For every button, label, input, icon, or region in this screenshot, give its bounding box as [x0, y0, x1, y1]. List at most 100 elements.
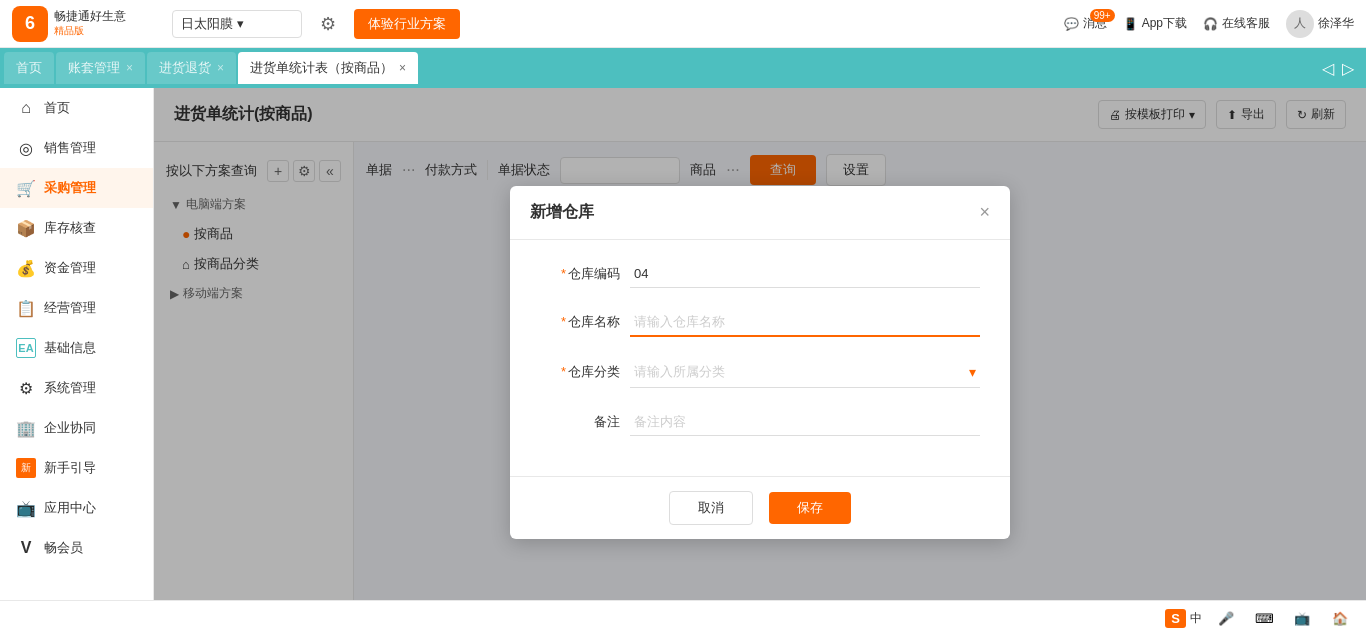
sidebar-item-enterprise[interactable]: 🏢 企业协同: [0, 408, 153, 448]
tab-home[interactable]: 首页: [4, 52, 54, 84]
category-arrow-icon: ▾: [969, 364, 976, 380]
user-profile[interactable]: 人 徐泽华: [1286, 10, 1354, 38]
add-warehouse-modal: 新增仓库 × *仓库编码 *仓库名称: [510, 186, 1010, 539]
settings-icon[interactable]: ⚙: [312, 8, 344, 40]
tab-next-icon[interactable]: ▷: [1342, 59, 1354, 78]
category-placeholder: 请输入所属分类: [634, 363, 725, 381]
modal-title: 新增仓库: [530, 202, 594, 223]
logo-area: 6 畅捷通好生意 精品版: [12, 6, 162, 42]
online-service-button[interactable]: 🎧 在线客服: [1203, 15, 1270, 32]
sidebar-label-guide: 新手引导: [44, 459, 96, 477]
sidebar-label-basic: 基础信息: [44, 339, 96, 357]
store-selector[interactable]: 日太阳膜 ▾: [172, 10, 302, 38]
sidebar-label-system: 系统管理: [44, 379, 96, 397]
tab-bar: 首页 账套管理 × 进货退货 × 进货单统计表（按商品） × ◁ ▷: [0, 48, 1366, 88]
modal-overlay: 新增仓库 × *仓库编码 *仓库名称: [154, 88, 1366, 636]
sidebar-label-inventory: 库存核查: [44, 219, 96, 237]
code-label: *仓库编码: [540, 265, 620, 283]
tab-purchase-return[interactable]: 进货退货 ×: [147, 52, 236, 84]
bottom-bar: S 中 🎤 ⌨ 📺 🏠: [0, 600, 1366, 636]
modal-body: *仓库编码 *仓库名称 *仓库分类: [510, 240, 1010, 476]
cancel-button[interactable]: 取消: [669, 491, 753, 525]
logo-name: 畅捷通好生意: [54, 9, 126, 25]
app-download-button[interactable]: 📱 App下载: [1123, 15, 1187, 32]
top-header: 6 畅捷通好生意 精品版 日太阳膜 ▾ ⚙ 体验行业方案 💬 消息 99+ 📱 …: [0, 0, 1366, 48]
headset-icon: 🎧: [1203, 17, 1218, 31]
operation-icon: 📋: [16, 298, 36, 318]
form-row-code: *仓库编码: [540, 260, 980, 288]
sidebar-item-appcenter[interactable]: 📺 应用中心: [0, 488, 153, 528]
sidebar-item-sales[interactable]: ◎ 销售管理: [0, 128, 153, 168]
content-area: 进货单统计(按商品) 🖨 按模板打印 ▾ ⬆ 导出 ↻ 刷新: [154, 88, 1366, 636]
user-name: 徐泽华: [1318, 15, 1354, 32]
code-input[interactable]: [630, 260, 980, 288]
home-icon: ⌂: [16, 98, 36, 118]
appcenter-icon: 📺: [16, 498, 36, 518]
store-name: 日太阳膜: [181, 15, 233, 33]
sidebar-item-guide[interactable]: 新 新手引导: [0, 448, 153, 488]
finance-icon: 💰: [16, 258, 36, 278]
name-label: *仓库名称: [540, 313, 620, 331]
sidebar-item-finance[interactable]: 💰 资金管理: [0, 248, 153, 288]
category-select[interactable]: 请输入所属分类 ▾: [630, 357, 980, 388]
sidebar-label-sales: 销售管理: [44, 139, 96, 157]
save-button[interactable]: 保存: [769, 492, 851, 524]
sidebar-label-finance: 资金管理: [44, 259, 96, 277]
message-badge: 99+: [1090, 9, 1115, 22]
keyboard-icon[interactable]: ⌨: [1250, 605, 1278, 633]
tab-prev-icon[interactable]: ◁: [1322, 59, 1334, 78]
tab-close-account[interactable]: ×: [126, 61, 133, 75]
sidebar-item-purchase[interactable]: 🛒 采购管理: [0, 168, 153, 208]
sidebar: ⌂ 首页 ◎ 销售管理 🛒 采购管理 📦 库存核查 💰 资金管理 📋 经营管理 …: [0, 88, 154, 636]
sidebar-item-basic[interactable]: EA 基础信息: [0, 328, 153, 368]
tab-close-stat[interactable]: ×: [399, 61, 406, 75]
system-icon: ⚙: [16, 378, 36, 398]
sidebar-item-inventory[interactable]: 📦 库存核查: [0, 208, 153, 248]
tab-account[interactable]: 账套管理 ×: [56, 52, 145, 84]
avatar: 人: [1286, 10, 1314, 38]
modal-footer: 取消 保存: [510, 476, 1010, 539]
modal-header: 新增仓库 ×: [510, 186, 1010, 240]
enterprise-icon: 🏢: [16, 418, 36, 438]
note-label: 备注: [540, 413, 620, 431]
form-row-note: 备注: [540, 408, 980, 436]
trial-button[interactable]: 体验行业方案: [354, 9, 460, 39]
microphone-icon[interactable]: 🎤: [1212, 605, 1240, 633]
main-layout: ⌂ 首页 ◎ 销售管理 🛒 采购管理 📦 库存核查 💰 资金管理 📋 经营管理 …: [0, 88, 1366, 636]
logo-icon: 6: [12, 6, 48, 42]
sidebar-item-home[interactable]: ⌂ 首页: [0, 88, 153, 128]
sidebar-item-system[interactable]: ⚙ 系统管理: [0, 368, 153, 408]
sidebar-label-operation: 经营管理: [44, 299, 96, 317]
sidebar-label-appcenter: 应用中心: [44, 499, 96, 517]
inventory-icon: 📦: [16, 218, 36, 238]
home-bottom-icon[interactable]: 🏠: [1326, 605, 1354, 633]
purchase-icon: 🛒: [16, 178, 36, 198]
sales-icon: ◎: [16, 138, 36, 158]
sidebar-label-enterprise: 企业协同: [44, 419, 96, 437]
sidebar-item-vip[interactable]: V 畅会员: [0, 528, 153, 568]
phone-icon: 📱: [1123, 17, 1138, 31]
tab-close-return[interactable]: ×: [217, 61, 224, 75]
note-input[interactable]: [630, 408, 980, 436]
screen-icon[interactable]: 📺: [1288, 605, 1316, 633]
tab-bar-controls: ◁ ▷: [1322, 59, 1362, 78]
category-label: *仓库分类: [540, 363, 620, 381]
sidebar-label-home: 首页: [44, 99, 70, 117]
header-right: 💬 消息 99+ 📱 App下载 🎧 在线客服 人 徐泽华: [1064, 10, 1354, 38]
modal-close-button[interactable]: ×: [979, 202, 990, 223]
basic-icon: EA: [16, 338, 36, 358]
message-icon: 💬: [1064, 17, 1079, 31]
logo-sub: 精品版: [54, 24, 126, 38]
tab-purchase-stat[interactable]: 进货单统计表（按商品） ×: [238, 52, 418, 84]
store-dropdown-icon: ▾: [237, 16, 244, 31]
name-input[interactable]: [630, 308, 980, 337]
sidebar-label-vip: 畅会员: [44, 539, 83, 557]
form-row-name: *仓库名称: [540, 308, 980, 337]
guide-icon: 新: [16, 458, 36, 478]
sidebar-label-purchase: 采购管理: [44, 179, 96, 197]
messages-button[interactable]: 💬 消息 99+: [1064, 15, 1107, 32]
vip-icon: V: [16, 538, 36, 558]
sidebar-item-operation[interactable]: 📋 经营管理: [0, 288, 153, 328]
brand-icon: S 中: [1165, 609, 1202, 628]
form-row-category: *仓库分类 请输入所属分类 ▾: [540, 357, 980, 388]
